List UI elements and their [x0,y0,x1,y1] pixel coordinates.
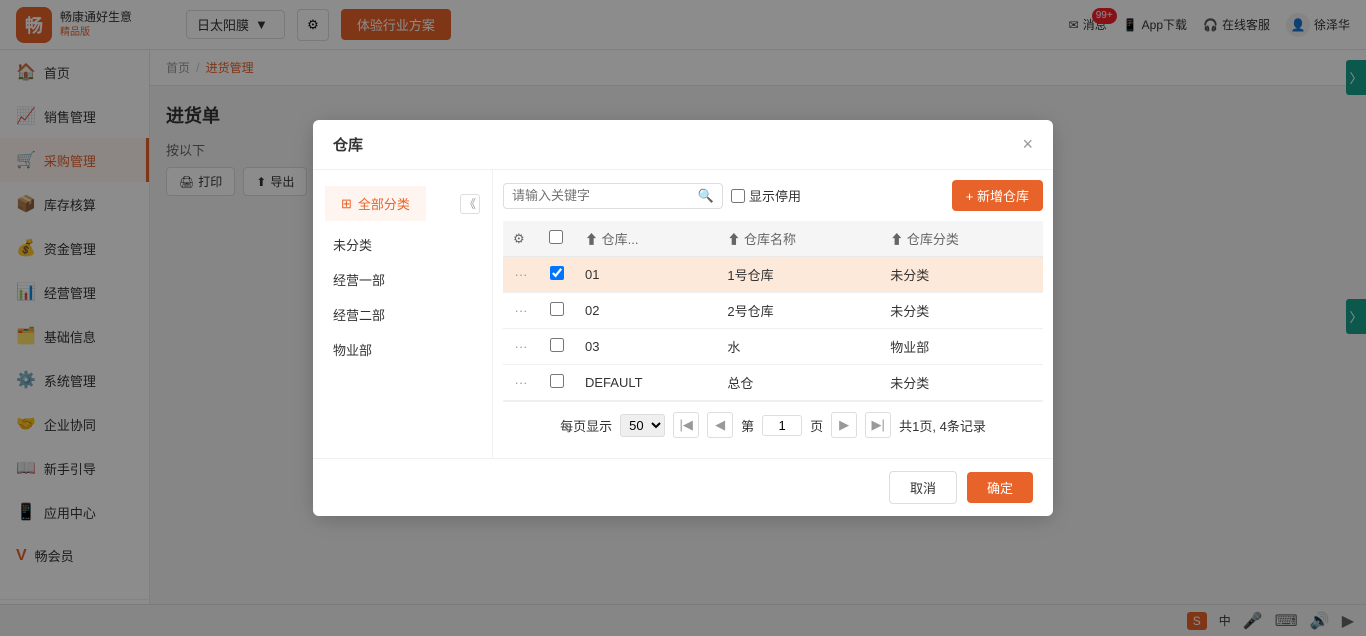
modal-title: 仓库 [333,134,363,155]
row-name: 总仓 [717,365,880,401]
table-row[interactable]: ··· 02 2号仓库 未分类 [503,293,1043,329]
row-checkbox[interactable] [539,293,575,329]
col-checkbox [539,221,575,257]
row-checkbox[interactable] [539,329,575,365]
search-input-wrap: 🔍 [503,183,723,209]
category-header: ⊞ 全部分类 《 [313,180,492,227]
col-gear: ⚙ [503,221,539,257]
prev-page-button[interactable]: ◀ [707,412,733,438]
row-category: 未分类 [880,365,1043,401]
table-toolbar: 🔍 显示停用 + 新增仓库 [503,180,1043,211]
show-disabled-label: 显示停用 [749,186,801,205]
col-code: ⬆ 仓库... [575,221,717,257]
search-icon: 🔍 [698,188,714,204]
category-item-property[interactable]: 物业部 [313,332,492,367]
row-gear[interactable]: ··· [503,293,539,329]
row-category: 未分类 [880,257,1043,293]
per-page-select[interactable]: 50 [620,414,665,437]
modal-header: 仓库 × [313,120,1053,170]
modal-body: ⊞ 全部分类 《 未分类 经营一部 经营二部 物业部 🔍 显示停用 [313,170,1053,458]
row-code: 01 [575,257,717,293]
row-category: 未分类 [880,293,1043,329]
table-row[interactable]: ··· 01 1号仓库 未分类 [503,257,1043,293]
col-category: ⬆ 仓库分类 [880,221,1043,257]
new-warehouse-button[interactable]: + 新增仓库 [952,180,1043,211]
row-category: 物业部 [880,329,1043,365]
table-header-row: ⚙ ⬆ 仓库... ⬆ 仓库名称 ⬆ 仓库分类 [503,221,1043,257]
last-page-button[interactable]: ▶| [865,412,891,438]
category-item-ops2[interactable]: 经营二部 [313,297,492,332]
show-disabled-wrap: 显示停用 [731,186,801,205]
select-all-checkbox[interactable] [549,230,563,244]
row-checkbox[interactable] [539,257,575,293]
show-disabled-checkbox[interactable] [731,189,745,203]
category-item-ops1[interactable]: 经营一部 [313,262,492,297]
page-number-input[interactable] [762,415,802,436]
category-item-unclassified[interactable]: 未分类 [313,227,492,262]
warehouse-modal: 仓库 × ⊞ 全部分类 《 未分类 经营一部 经营二部 物业部 🔍 [313,120,1053,516]
cancel-button[interactable]: 取消 [889,471,957,504]
warehouse-table: ⚙ ⬆ 仓库... ⬆ 仓库名称 ⬆ 仓库分类 [503,221,1043,401]
row-checkbox[interactable] [539,365,575,401]
modal-footer: 取消 确定 [313,458,1053,516]
row-gear[interactable]: ··· [503,257,539,293]
modal-close-button[interactable]: × [1022,134,1033,155]
row-name: 1号仓库 [717,257,880,293]
search-input[interactable] [512,188,698,203]
row-code: 03 [575,329,717,365]
row-name: 2号仓库 [717,293,880,329]
table-row[interactable]: ··· 03 水 物业部 [503,329,1043,365]
row-code: DEFAULT [575,365,717,401]
category-panel: ⊞ 全部分类 《 未分类 经营一部 经营二部 物业部 [313,170,493,458]
next-page-button[interactable]: ▶ [831,412,857,438]
row-code: 02 [575,293,717,329]
confirm-button[interactable]: 确定 [967,472,1033,503]
row-gear[interactable]: ··· [503,365,539,401]
col-name: ⬆ 仓库名称 [717,221,880,257]
collapse-button[interactable]: 《 [460,194,480,214]
pagination-bar: 每页显示 50 |◀ ◀ 第 页 ▶ ▶| 共1页, 4条记录 [503,401,1043,448]
row-name: 水 [717,329,880,365]
table-row[interactable]: ··· DEFAULT 总仓 未分类 [503,365,1043,401]
row-gear[interactable]: ··· [503,329,539,365]
first-page-button[interactable]: |◀ [673,412,699,438]
table-panel: 🔍 显示停用 + 新增仓库 ⚙ ⬆ 仓库... [493,170,1053,458]
category-all[interactable]: ⊞ 全部分类 [325,186,426,221]
table-body: ··· 01 1号仓库 未分类 ··· 02 2号仓库 未分类 ··· 03 水… [503,257,1043,401]
